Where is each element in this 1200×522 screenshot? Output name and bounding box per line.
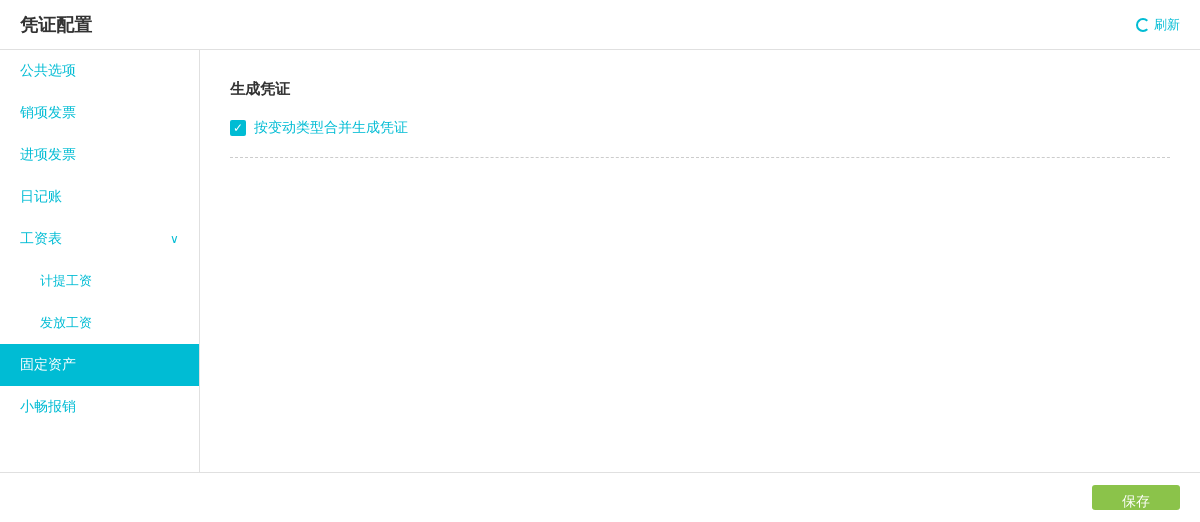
refresh-icon: [1136, 18, 1150, 32]
sidebar-label-pay-payroll: 发放工资: [40, 314, 92, 332]
refresh-label: 刷新: [1154, 16, 1180, 34]
sidebar-item-journal[interactable]: 日记账: [0, 176, 199, 218]
sidebar-item-pay-payroll[interactable]: 发放工资: [0, 302, 199, 344]
main-content: 生成凭证 按变动类型合并生成凭证: [200, 50, 1200, 472]
header: 凭证配置 刷新: [0, 0, 1200, 50]
sidebar-item-expense[interactable]: 小畅报销: [0, 386, 199, 428]
sidebar-label-public: 公共选项: [20, 62, 76, 80]
sidebar: 公共选项销项发票进项发票日记账工资表 ∨ 计提工资发放工资固定资产小畅报销: [0, 50, 200, 472]
sidebar-label-calc-payroll: 计提工资: [40, 272, 92, 290]
body: 公共选项销项发票进项发票日记账工资表 ∨ 计提工资发放工资固定资产小畅报销 生成凭证…: [0, 50, 1200, 472]
chevron-down-icon: ∨: [170, 232, 179, 246]
merge-voucher-checkbox[interactable]: [230, 120, 246, 136]
sidebar-label-sales-invoice: 销项发票: [20, 104, 76, 122]
divider: [230, 157, 1170, 158]
refresh-button[interactable]: 刷新: [1136, 16, 1180, 34]
sidebar-label-payroll: 工资表: [20, 230, 62, 248]
sidebar-label-purchase-invoice: 进项发票: [20, 146, 76, 164]
sidebar-label-fixed-assets: 固定资产: [20, 356, 76, 374]
section-title: 生成凭证: [230, 80, 1170, 99]
sidebar-item-public[interactable]: 公共选项: [0, 50, 199, 92]
sidebar-label-journal: 日记账: [20, 188, 62, 206]
checkbox-row: 按变动类型合并生成凭证: [230, 119, 1170, 137]
sidebar-item-payroll[interactable]: 工资表 ∨: [0, 218, 199, 260]
checkbox-label: 按变动类型合并生成凭证: [254, 119, 408, 137]
sidebar-item-purchase-invoice[interactable]: 进项发票: [0, 134, 199, 176]
footer: 保存: [0, 472, 1200, 522]
sidebar-item-fixed-assets[interactable]: 固定资产: [0, 344, 199, 386]
save-button[interactable]: 保存: [1092, 485, 1180, 510]
page-title: 凭证配置: [20, 13, 92, 37]
sidebar-item-calc-payroll[interactable]: 计提工资: [0, 260, 199, 302]
sidebar-item-sales-invoice[interactable]: 销项发票: [0, 92, 199, 134]
sidebar-label-expense: 小畅报销: [20, 398, 76, 416]
